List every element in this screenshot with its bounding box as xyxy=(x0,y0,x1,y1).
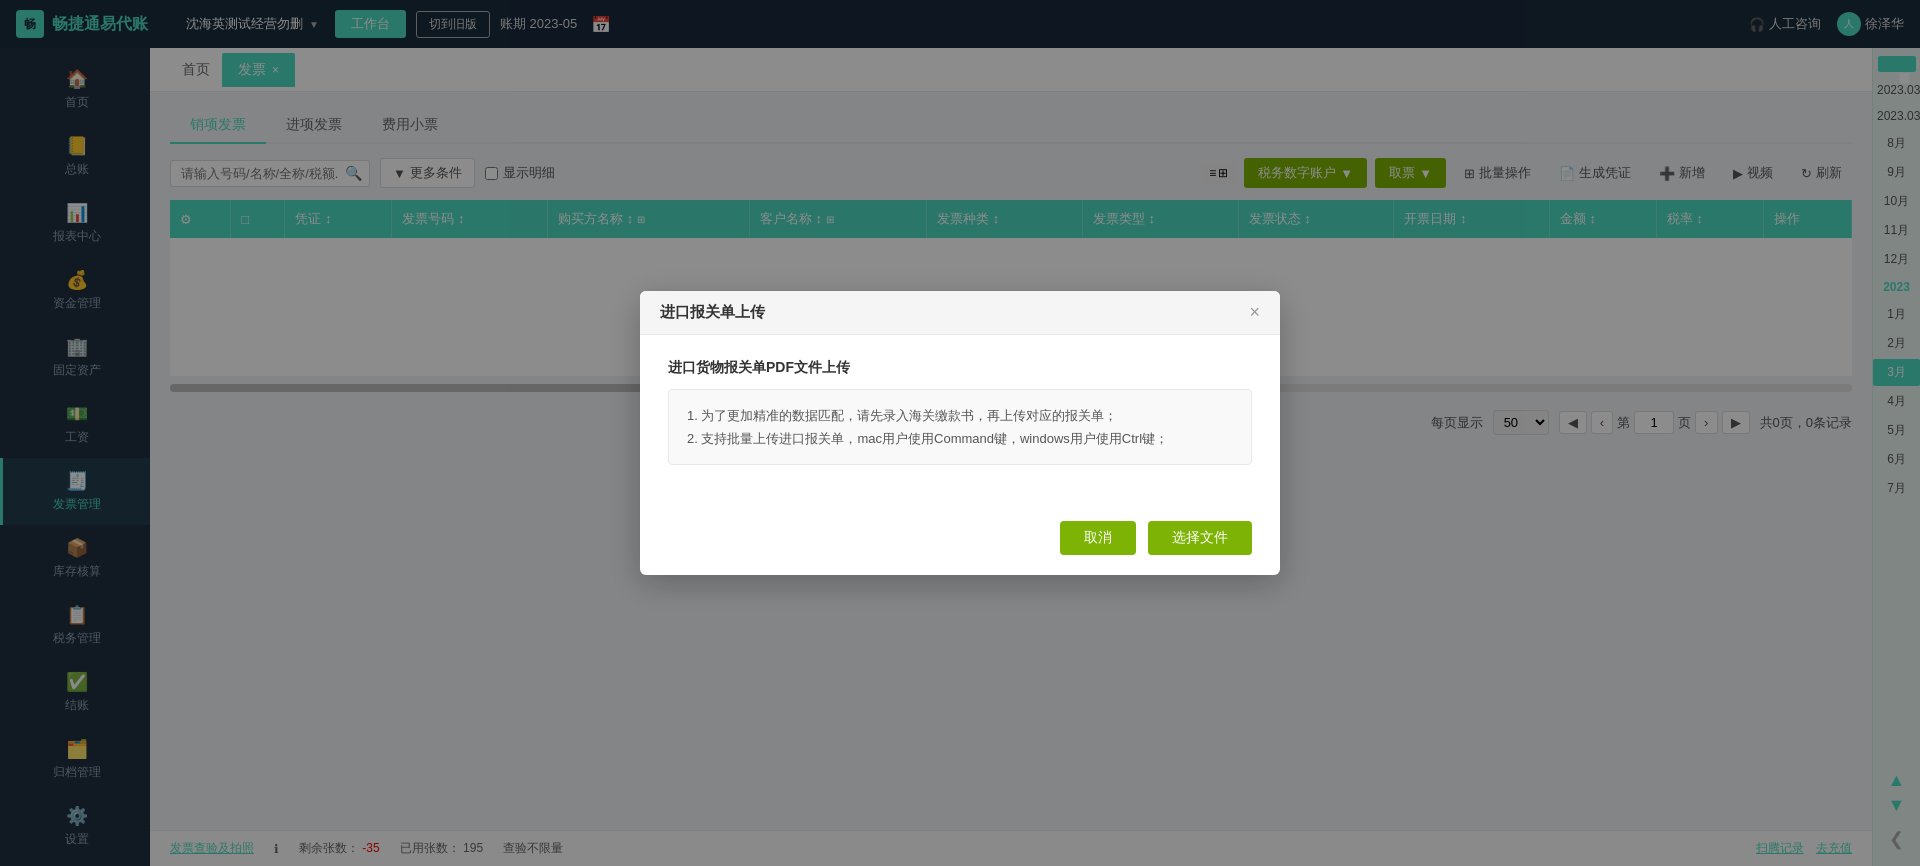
import-customs-modal: 进口报关单上传 × 进口货物报关单PDF文件上传 1. 为了更加精准的数据匹配，… xyxy=(640,291,1280,576)
modal-overlay[interactable]: 进口报关单上传 × 进口货物报关单PDF文件上传 1. 为了更加精准的数据匹配，… xyxy=(0,0,1920,866)
modal-info-box: 1. 为了更加精准的数据匹配，请先录入海关缴款书，再上传对应的报关单； 2. 支… xyxy=(668,389,1252,466)
upload-title: 进口货物报关单PDF文件上传 xyxy=(668,359,1252,377)
modal-header: 进口报关单上传 × xyxy=(640,291,1280,335)
select-file-button[interactable]: 选择文件 xyxy=(1148,521,1252,555)
modal-body: 进口货物报关单PDF文件上传 1. 为了更加精准的数据匹配，请先录入海关缴款书，… xyxy=(640,335,1280,510)
modal-close-button[interactable]: × xyxy=(1249,303,1260,321)
modal-title: 进口报关单上传 xyxy=(660,303,765,322)
info-item-2: 2. 支持批量上传进口报关单，mac用户使用Command键，windows用户… xyxy=(687,427,1233,450)
info-item-1: 1. 为了更加精准的数据匹配，请先录入海关缴款书，再上传对应的报关单； xyxy=(687,404,1233,427)
cancel-modal-button[interactable]: 取消 xyxy=(1060,521,1136,555)
modal-footer: 取消 选择文件 xyxy=(640,509,1280,575)
